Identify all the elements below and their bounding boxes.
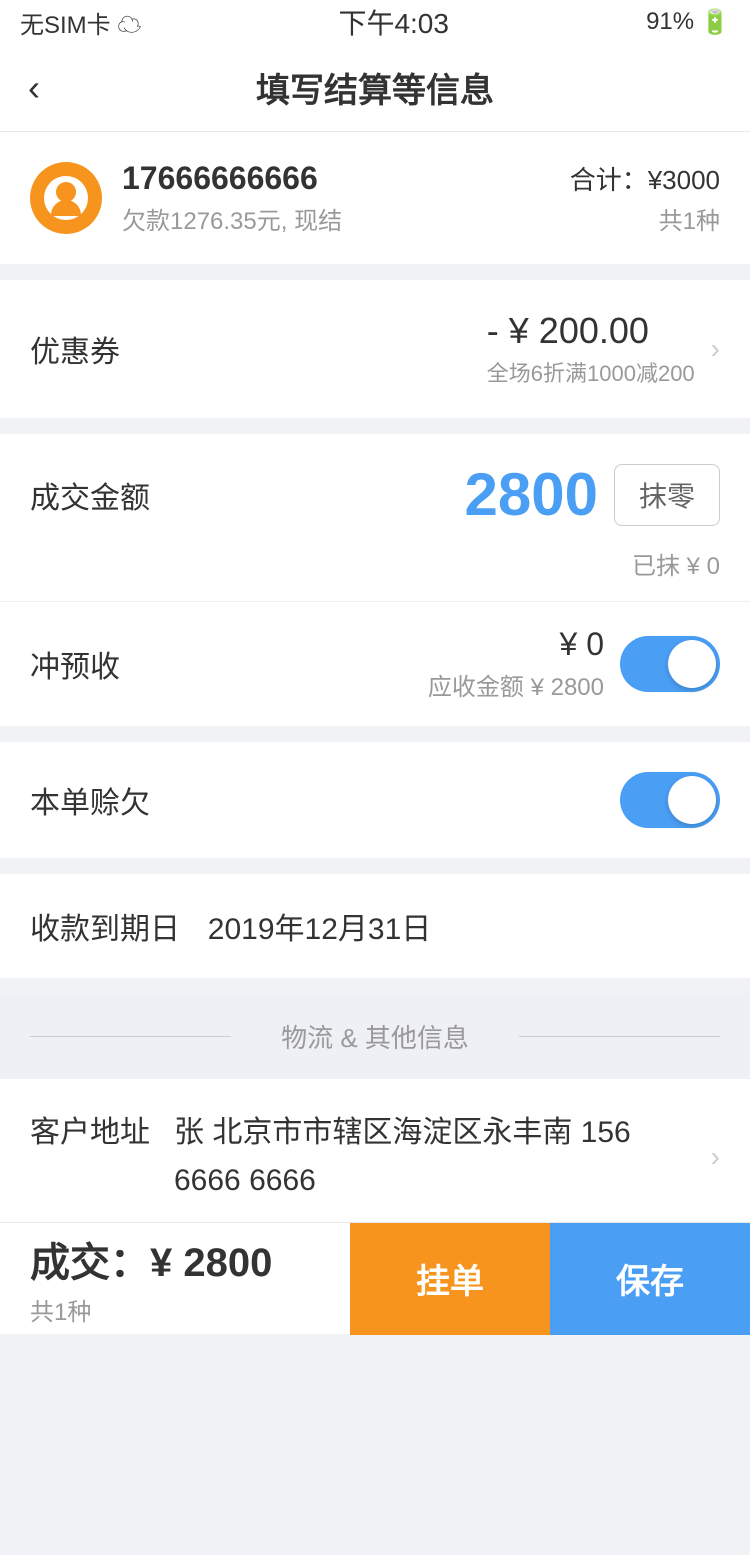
customer-phone: 17666666666 [122, 160, 342, 197]
logistics-label: 物流 & 其他信息 [281, 1018, 469, 1055]
pending-button[interactable]: 挂单 [350, 1223, 550, 1335]
customer-right: 合计：¥3000 共1种 [570, 160, 720, 236]
overdue-label: 本单赊欠 [30, 778, 150, 822]
divider-line-right [519, 1036, 720, 1037]
bottom-summary: 成交：¥ 2800 共1种 [0, 1230, 350, 1327]
coupon-amount: - ¥ 200.00 [487, 310, 695, 352]
coupon-right: - ¥ 200.00 全场6折满1000减200 › [487, 310, 720, 388]
duedate-section: 收款到期日 2019年12月31日 [0, 874, 750, 978]
status-bar: 无SIM卡 ☁ 下午4:03 91% 🔋 [0, 0, 750, 44]
prepay-value: ¥ 0 [428, 626, 604, 663]
overdue-section: 本单赊欠 [0, 742, 750, 858]
bottom-deal-label: 成交： [30, 1241, 150, 1285]
address-chevron-icon: › [711, 1141, 720, 1173]
bottom-bar: 成交：¥ 2800 共1种 挂单 保存 [0, 1222, 750, 1334]
coupon-label: 优惠券 [30, 327, 120, 371]
battery-icon: 🔋 [700, 8, 730, 37]
duedate-label: 收款到期日 [30, 913, 180, 946]
logistics-divider: 物流 & 其他信息 [0, 994, 750, 1079]
coupon-desc: 全场6折满1000减200 [487, 356, 695, 388]
round-button[interactable]: 抹零 [614, 464, 720, 526]
deal-sub: 已抹 ¥ 0 [0, 546, 750, 601]
battery-text: 91% [646, 8, 694, 36]
total-count: 共1种 [570, 201, 720, 236]
avatar [30, 162, 102, 234]
prepay-label: 冲预收 [30, 642, 120, 686]
duedate-value: 2019年12月31日 [208, 913, 431, 946]
deal-label: 成交金额 [30, 473, 150, 517]
overdue-toggle[interactable] [620, 772, 720, 828]
address-value: 张 北京市市辖区海淀区永丰南 156 6666 6666 [174, 1109, 701, 1205]
address-section[interactable]: 客户地址 张 北京市市辖区海淀区永丰南 156 6666 6666 › [0, 1079, 750, 1235]
divider-line-left [30, 1036, 231, 1037]
status-time: 下午4:03 [338, 2, 449, 42]
deal-amount: 2800 [465, 465, 598, 525]
deal-row: 成交金额 2800 抹零 [0, 434, 750, 546]
prepay-toggle[interactable] [620, 636, 720, 692]
back-button[interactable]: ‹ [28, 67, 40, 109]
status-right: 91% 🔋 [646, 8, 730, 37]
bottom-deal-row: 成交：¥ 2800 [30, 1230, 320, 1288]
customer-info: 17666666666 欠款1276.35元, 现结 [122, 160, 342, 236]
coupon-chevron-icon: › [711, 333, 720, 365]
deal-section: 成交金额 2800 抹零 已抹 ¥ 0 冲预收 ¥ 0 应收金额 ¥ 2800 [0, 434, 750, 726]
customer-debt: 欠款1276.35元, 现结 [122, 201, 342, 236]
prepay-row: 冲预收 ¥ 0 应收金额 ¥ 2800 [0, 601, 750, 726]
overdue-row: 本单赊欠 [0, 742, 750, 858]
status-left: 无SIM卡 ☁ [20, 5, 141, 40]
prepay-right: ¥ 0 应收金额 ¥ 2800 [428, 626, 720, 702]
avatar-icon [44, 176, 88, 220]
coupon-section: 优惠券 - ¥ 200.00 全场6折满1000减200 › [0, 280, 750, 418]
total-label: 合计：¥3000 [570, 160, 720, 197]
content: 17666666666 欠款1276.35元, 现结 合计：¥3000 共1种 … [0, 132, 750, 1555]
prepay-sub: 应收金额 ¥ 2800 [428, 667, 604, 702]
prepay-amounts: ¥ 0 应收金额 ¥ 2800 [428, 626, 604, 702]
bottom-deal-amount: ¥ 2800 [150, 1241, 272, 1285]
nav-bar: ‹ 填写结算等信息 [0, 44, 750, 132]
nav-title: 填写结算等信息 [256, 63, 494, 112]
bottom-count: 共1种 [30, 1292, 320, 1327]
deal-right: 2800 抹零 [465, 464, 721, 526]
sim-text: 无SIM卡 ☁ [20, 5, 141, 40]
customer-card: 17666666666 欠款1276.35元, 现结 合计：¥3000 共1种 [0, 132, 750, 264]
coupon-row[interactable]: 优惠券 - ¥ 200.00 全场6折满1000减200 › [0, 280, 750, 418]
address-label: 客户地址 [30, 1109, 150, 1157]
save-button[interactable]: 保存 [550, 1223, 750, 1335]
customer-left: 17666666666 欠款1276.35元, 现结 [30, 160, 342, 236]
